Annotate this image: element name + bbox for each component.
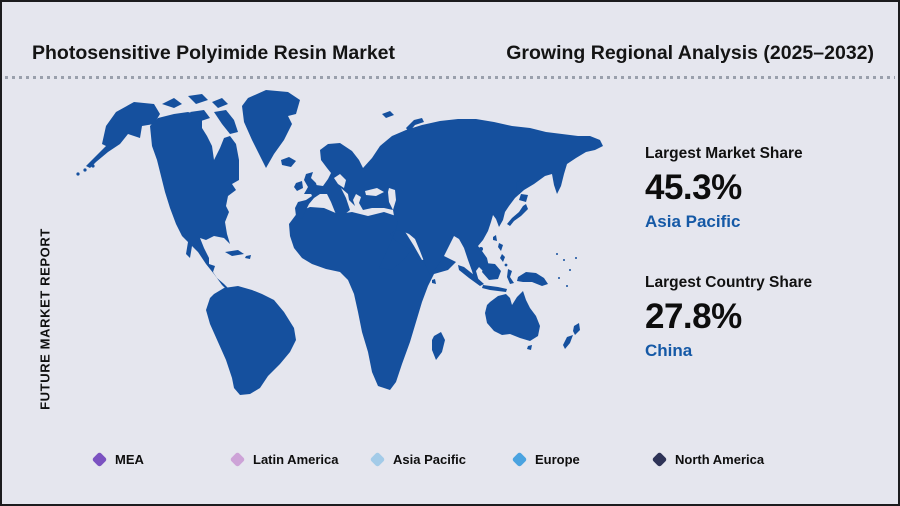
dotted-divider — [5, 76, 895, 79]
title-right: Growing Regional Analysis (2025–2032) — [506, 42, 874, 64]
stat-market-share-label: Largest Market Share — [645, 145, 803, 162]
legend-item-north-america: North America — [651, 451, 765, 467]
legend-item-asia-pacific: Asia Pacific — [369, 451, 466, 467]
legend-label: Latin America — [253, 451, 339, 467]
legend-item-latin-america: Latin America — [229, 451, 339, 467]
stat-country-share: Largest Country Share 27.8% China — [645, 274, 885, 361]
legend-label: MEA — [115, 451, 144, 467]
legend-label: North America — [675, 451, 765, 467]
stat-country-share-label: Largest Country Share — [645, 274, 813, 291]
title-left: Photosensitive Polyimide Resin Market — [32, 42, 396, 64]
brand-vertical-label: FUTURE MARKET REPORT — [37, 228, 53, 410]
header: Photosensitive Polyimide Resin Market Gr… — [32, 42, 874, 65]
legend-label: Asia Pacific — [393, 451, 466, 467]
stat-market-share-value: 45.3% — [645, 168, 742, 207]
north-america-diamond-icon — [651, 451, 668, 467]
world-map — [62, 88, 607, 433]
stat-country-share-value: 27.8% — [645, 297, 742, 336]
infographic-frame: Photosensitive Polyimide Resin Market Gr… — [0, 0, 900, 506]
legend: MEA Latin America Asia Pacific Europe No… — [2, 451, 898, 473]
asia-pacific-diamond-icon — [369, 451, 386, 467]
stat-market-share-region: Asia Pacific — [645, 212, 741, 231]
legend-label: Europe — [535, 451, 580, 467]
legend-item-mea: MEA — [91, 451, 144, 467]
stats-panel: Largest Market Share 45.3% Asia Pacific … — [645, 145, 885, 361]
legend-item-europe: Europe — [511, 451, 580, 467]
europe-diamond-icon — [511, 451, 528, 467]
stat-country-share-region: China — [645, 341, 693, 360]
mea-diamond-icon — [91, 451, 108, 467]
latin-america-diamond-icon — [229, 451, 246, 467]
stat-market-share: Largest Market Share 45.3% Asia Pacific — [645, 145, 885, 232]
world-map-landmasses — [76, 90, 603, 395]
